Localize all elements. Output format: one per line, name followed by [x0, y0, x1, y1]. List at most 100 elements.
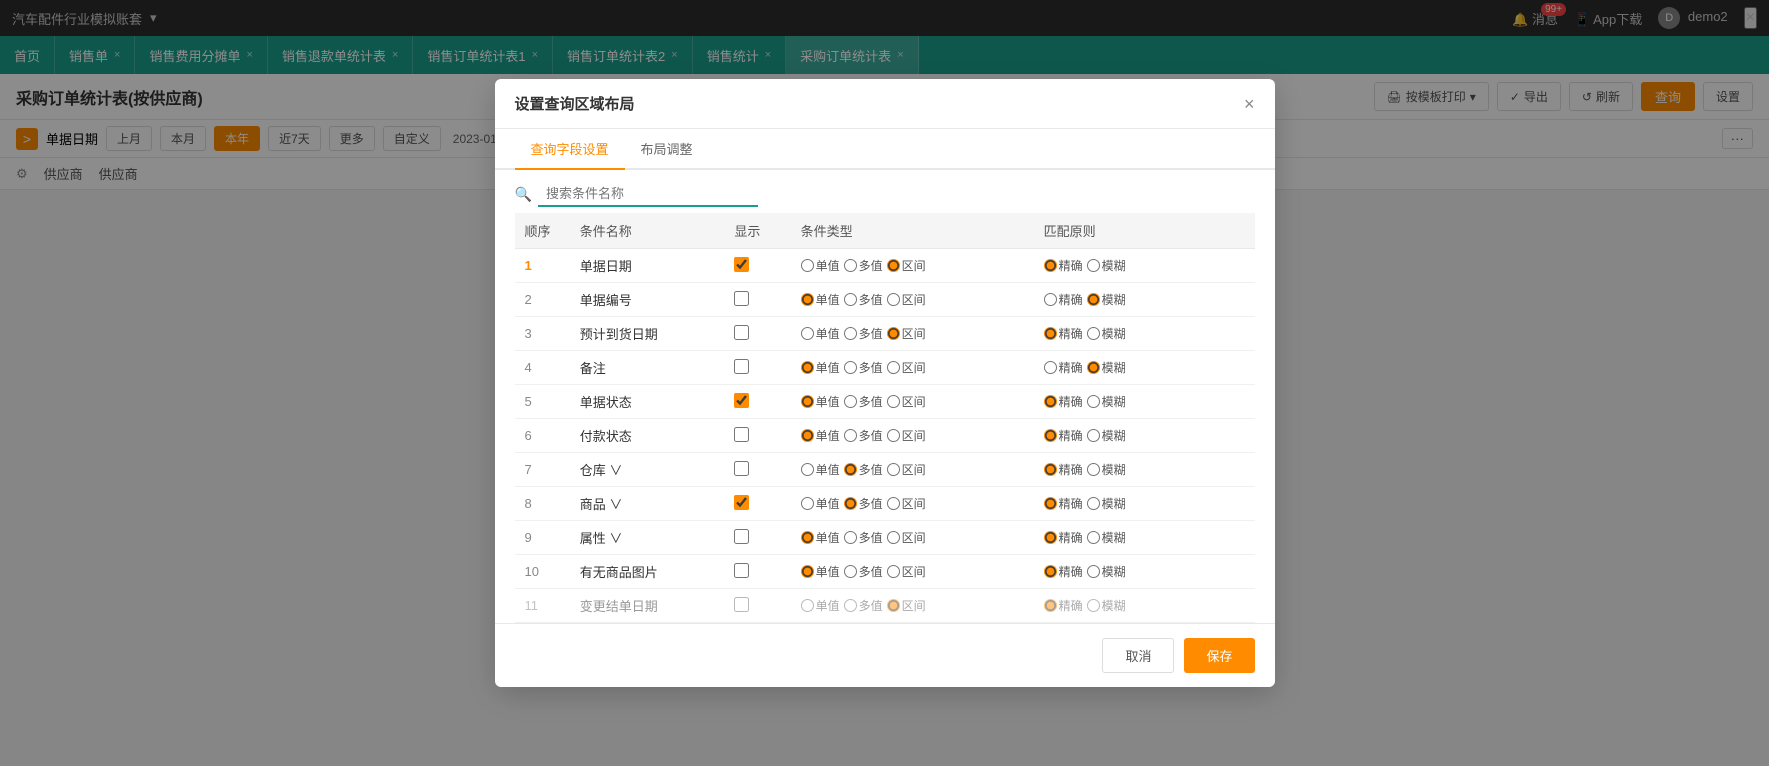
table-row: 11变更结单日期单值多值区间精确模糊: [515, 589, 1255, 623]
modal-header: 设置查询区域布局 ×: [495, 79, 1275, 129]
match-radio-group: 精确模糊: [1044, 495, 1245, 512]
match-radio[interactable]: [1087, 293, 1100, 306]
type-radio[interactable]: [887, 497, 900, 510]
match-radio-group: 精确模糊: [1044, 461, 1245, 478]
type-radio[interactable]: [844, 361, 857, 374]
match-radio[interactable]: [1044, 531, 1057, 544]
type-radio[interactable]: [844, 599, 857, 612]
match-radio-group: 精确模糊: [1044, 393, 1245, 410]
match-radio-group: 精确模糊: [1044, 597, 1245, 614]
match-radio[interactable]: [1087, 565, 1100, 578]
type-radio[interactable]: [844, 531, 857, 544]
type-radio[interactable]: [844, 259, 857, 272]
row-order: 7: [525, 462, 532, 477]
show-checkbox[interactable]: [734, 563, 749, 578]
type-radio[interactable]: [801, 497, 814, 510]
match-radio[interactable]: [1044, 463, 1057, 476]
type-radio[interactable]: [844, 293, 857, 306]
type-radio[interactable]: [801, 327, 814, 340]
row-condition-name: 商品 ∨: [570, 487, 725, 521]
match-radio-group: 精确模糊: [1044, 563, 1245, 580]
type-radio-group: 单值多值区间: [801, 257, 1024, 274]
type-radio-group: 单值多值区间: [801, 529, 1024, 546]
type-radio[interactable]: [887, 429, 900, 442]
match-radio[interactable]: [1087, 497, 1100, 510]
row-order: 9: [525, 530, 532, 545]
show-checkbox[interactable]: [734, 427, 749, 442]
row-condition-name: 单据日期: [570, 249, 725, 283]
search-input[interactable]: [538, 182, 758, 207]
modal-tab-layout[interactable]: 布局调整: [625, 129, 709, 170]
match-radio[interactable]: [1044, 497, 1057, 510]
match-radio[interactable]: [1044, 395, 1057, 408]
search-icon: 🔍: [515, 186, 532, 203]
show-checkbox[interactable]: [734, 257, 749, 272]
type-radio[interactable]: [887, 463, 900, 476]
type-radio[interactable]: [801, 531, 814, 544]
type-radio[interactable]: [844, 327, 857, 340]
modal-tab-query-fields[interactable]: 查询字段设置: [515, 129, 625, 170]
match-radio[interactable]: [1087, 531, 1100, 544]
type-radio[interactable]: [887, 565, 900, 578]
show-checkbox[interactable]: [734, 597, 749, 612]
modal-table-wrap: 顺序 条件名称 显示 条件类型 匹配原则 1单据日期单值多值区间精确模糊2单据编…: [495, 213, 1275, 623]
modal-search-area: 🔍: [495, 170, 1275, 213]
match-radio[interactable]: [1087, 463, 1100, 476]
row-condition-name: 属性 ∨: [570, 521, 725, 555]
match-radio[interactable]: [1044, 327, 1057, 340]
type-radio[interactable]: [801, 463, 814, 476]
row-order: 1: [525, 258, 532, 273]
type-radio[interactable]: [887, 293, 900, 306]
modal-close-button[interactable]: ×: [1244, 95, 1255, 113]
show-checkbox[interactable]: [734, 495, 749, 510]
show-checkbox[interactable]: [734, 291, 749, 306]
type-radio[interactable]: [801, 259, 814, 272]
match-radio[interactable]: [1087, 327, 1100, 340]
match-radio-group: 精确模糊: [1044, 325, 1245, 342]
type-radio[interactable]: [801, 599, 814, 612]
type-radio-group: 单值多值区间: [801, 359, 1024, 376]
type-radio[interactable]: [844, 565, 857, 578]
type-radio[interactable]: [887, 327, 900, 340]
match-radio[interactable]: [1087, 361, 1100, 374]
show-checkbox[interactable]: [734, 529, 749, 544]
show-checkbox[interactable]: [734, 359, 749, 374]
match-radio-group: 精确模糊: [1044, 291, 1245, 308]
row-order: 5: [525, 394, 532, 409]
type-radio[interactable]: [887, 531, 900, 544]
cancel-button[interactable]: 取消: [1102, 638, 1174, 673]
type-radio[interactable]: [844, 497, 857, 510]
type-radio[interactable]: [801, 429, 814, 442]
type-radio[interactable]: [887, 599, 900, 612]
type-radio[interactable]: [801, 395, 814, 408]
show-checkbox[interactable]: [734, 325, 749, 340]
type-radio[interactable]: [844, 395, 857, 408]
type-radio[interactable]: [887, 361, 900, 374]
type-radio[interactable]: [801, 293, 814, 306]
match-radio[interactable]: [1087, 429, 1100, 442]
type-radio-group: 单值多值区间: [801, 495, 1024, 512]
type-radio[interactable]: [887, 395, 900, 408]
table-row: 5单据状态单值多值区间精确模糊: [515, 385, 1255, 419]
table-row: 10有无商品图片单值多值区间精确模糊: [515, 555, 1255, 589]
show-checkbox[interactable]: [734, 461, 749, 476]
type-radio[interactable]: [801, 361, 814, 374]
match-radio[interactable]: [1044, 361, 1057, 374]
row-condition-name: 预计到货日期: [570, 317, 725, 351]
match-radio[interactable]: [1044, 259, 1057, 272]
match-radio[interactable]: [1044, 599, 1057, 612]
match-radio[interactable]: [1087, 395, 1100, 408]
match-radio[interactable]: [1044, 429, 1057, 442]
save-button[interactable]: 保存: [1184, 638, 1254, 673]
type-radio[interactable]: [844, 429, 857, 442]
match-radio[interactable]: [1044, 565, 1057, 578]
th-order: 顺序: [515, 213, 570, 249]
match-radio[interactable]: [1044, 293, 1057, 306]
match-radio[interactable]: [1087, 599, 1100, 612]
type-radio[interactable]: [887, 259, 900, 272]
match-radio[interactable]: [1087, 259, 1100, 272]
modal-title: 设置查询区域布局: [515, 93, 635, 114]
type-radio[interactable]: [844, 463, 857, 476]
show-checkbox[interactable]: [734, 393, 749, 408]
type-radio[interactable]: [801, 565, 814, 578]
